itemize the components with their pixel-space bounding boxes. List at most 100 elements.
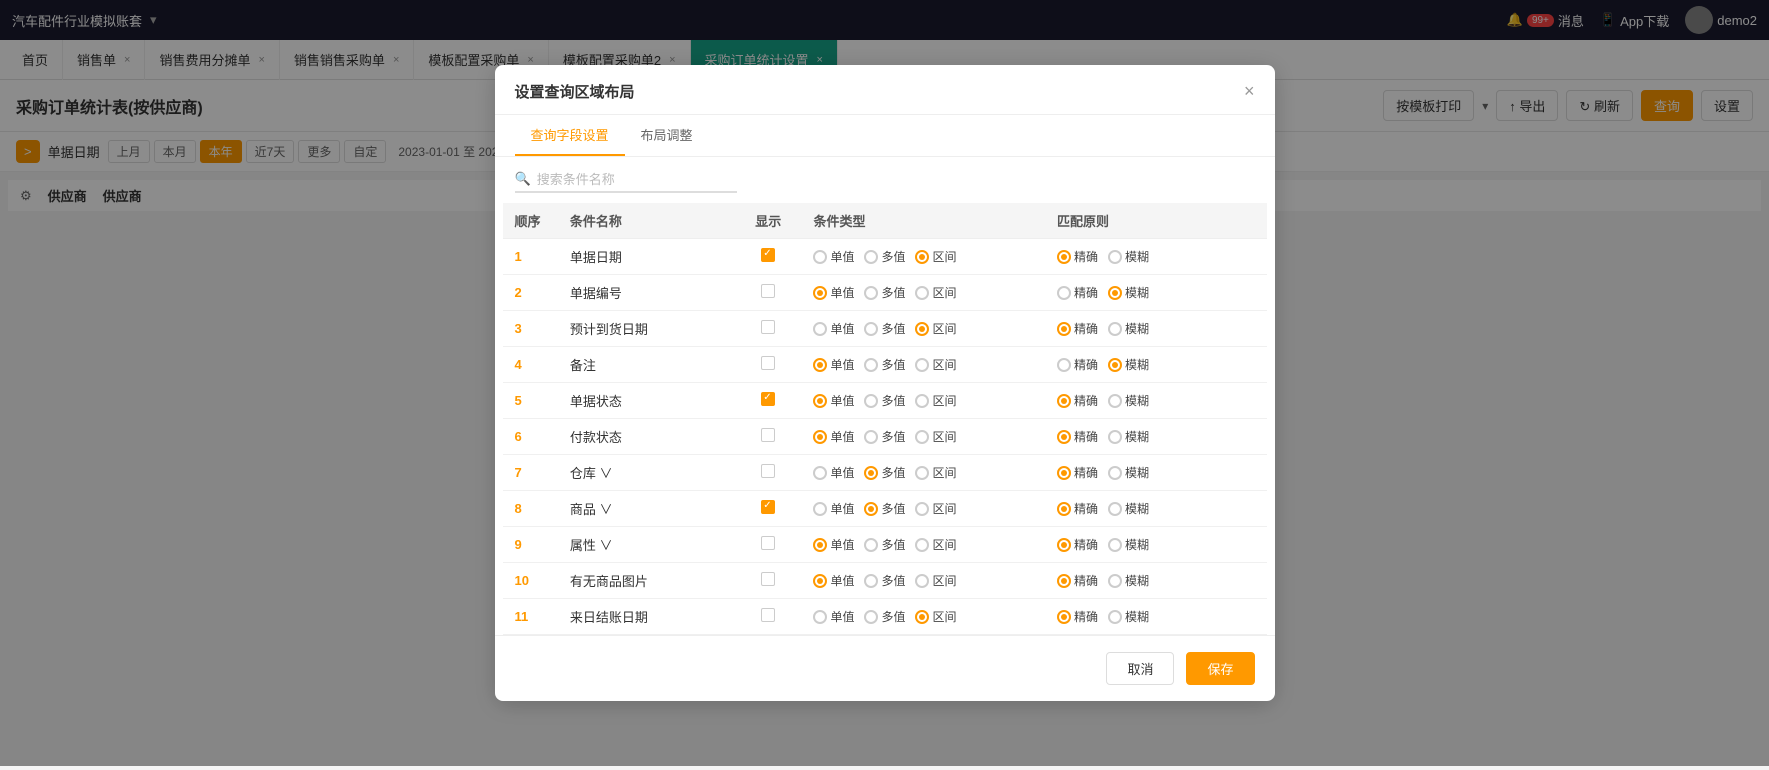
radio-fuzzy[interactable]: 模糊	[1108, 392, 1149, 409]
cancel-btn[interactable]: 取消	[1106, 652, 1174, 685]
radio-range[interactable]: 区间	[915, 284, 956, 301]
modal-tab-query-fields[interactable]: 查询字段设置	[515, 115, 625, 156]
search-wrap: 🔍	[515, 167, 737, 193]
row-show-checkbox[interactable]	[761, 608, 775, 622]
row-type-cell: 单值 多值 区间	[801, 311, 1045, 347]
radio-single-circle	[813, 394, 827, 408]
radio-single-circle	[813, 250, 827, 264]
radio-single[interactable]: 单值	[813, 392, 854, 409]
row-type-cell: 单值 多值 区间	[801, 419, 1045, 455]
radio-fuzzy[interactable]: 模糊	[1108, 356, 1149, 373]
row-condition-name: 商品 ∨	[558, 491, 735, 527]
radio-single[interactable]: 单值	[813, 356, 854, 373]
row-condition-name: 有无商品图片	[558, 563, 735, 599]
radio-multi[interactable]: 多值	[864, 284, 905, 301]
radio-fuzzy[interactable]: 模糊	[1108, 536, 1149, 553]
row-show-checkbox[interactable]	[761, 500, 775, 514]
radio-fuzzy[interactable]: 模糊	[1108, 248, 1149, 265]
row-show-checkbox[interactable]	[761, 428, 775, 442]
radio-exact[interactable]: 精确	[1057, 464, 1098, 481]
radio-exact[interactable]: 精确	[1057, 320, 1098, 337]
radio-range[interactable]: 区间	[915, 500, 956, 517]
radio-exact[interactable]: 精确	[1057, 356, 1098, 373]
radio-single[interactable]: 单值	[813, 464, 854, 481]
radio-fuzzy-circle	[1108, 394, 1122, 408]
radio-single[interactable]: 单值	[813, 536, 854, 553]
row-show-checkbox[interactable]	[761, 536, 775, 550]
row-show-checkbox[interactable]	[761, 464, 775, 478]
row-show-checkbox[interactable]	[761, 572, 775, 586]
settings-modal: 设置查询区域布局 × 查询字段设置 布局调整 🔍 顺序 条件名称 显示	[495, 65, 1275, 701]
radio-exact[interactable]: 精确	[1057, 500, 1098, 517]
radio-exact[interactable]: 精确	[1057, 248, 1098, 265]
radio-multi[interactable]: 多值	[864, 536, 905, 553]
radio-range[interactable]: 区间	[915, 428, 956, 445]
radio-range[interactable]: 区间	[915, 536, 956, 553]
row-show-checkbox-cell	[735, 383, 801, 419]
row-order: 3	[503, 311, 558, 347]
radio-multi[interactable]: 多值	[864, 572, 905, 589]
row-match-cell: 精确 模糊	[1045, 491, 1266, 527]
radio-range-circle	[915, 538, 929, 552]
row-show-checkbox[interactable]	[761, 248, 775, 262]
radio-single[interactable]: 单值	[813, 320, 854, 337]
row-show-checkbox[interactable]	[761, 320, 775, 334]
row-show-checkbox-cell	[735, 347, 801, 383]
modal-search-section: 🔍	[495, 157, 1275, 203]
radio-single[interactable]: 单值	[813, 500, 854, 517]
radio-multi[interactable]: 多值	[864, 428, 905, 445]
modal-table: 顺序 条件名称 显示 条件类型 匹配原则 1单据日期 单值	[503, 203, 1267, 635]
radio-range[interactable]: 区间	[915, 608, 956, 625]
radio-range[interactable]: 区间	[915, 356, 956, 373]
modal-tab-layout[interactable]: 布局调整	[625, 115, 709, 156]
row-type-cell: 单值 多值 区间	[801, 455, 1045, 491]
radio-multi[interactable]: 多值	[864, 500, 905, 517]
radio-exact[interactable]: 精确	[1057, 572, 1098, 589]
radio-range[interactable]: 区间	[915, 392, 956, 409]
radio-fuzzy[interactable]: 模糊	[1108, 608, 1149, 625]
radio-single-circle	[813, 574, 827, 588]
col-header-show: 显示	[735, 203, 801, 239]
radio-fuzzy[interactable]: 模糊	[1108, 428, 1149, 445]
radio-exact-circle	[1057, 286, 1071, 300]
row-show-checkbox[interactable]	[761, 356, 775, 370]
radio-multi[interactable]: 多值	[864, 320, 905, 337]
radio-exact[interactable]: 精确	[1057, 428, 1098, 445]
radio-exact[interactable]: 精确	[1057, 608, 1098, 625]
row-match-cell: 精确 模糊	[1045, 527, 1266, 563]
radio-range[interactable]: 区间	[915, 248, 956, 265]
radio-single[interactable]: 单值	[813, 428, 854, 445]
radio-exact[interactable]: 精确	[1057, 536, 1098, 553]
radio-single-circle	[813, 322, 827, 336]
row-order: 11	[503, 599, 558, 635]
table-row: 6付款状态 单值 多值 区间 精确	[503, 419, 1267, 455]
radio-single[interactable]: 单值	[813, 572, 854, 589]
radio-exact[interactable]: 精确	[1057, 284, 1098, 301]
radio-exact[interactable]: 精确	[1057, 392, 1098, 409]
radio-range[interactable]: 区间	[915, 464, 956, 481]
radio-single[interactable]: 单值	[813, 248, 854, 265]
radio-single[interactable]: 单值	[813, 284, 854, 301]
radio-fuzzy[interactable]: 模糊	[1108, 320, 1149, 337]
radio-fuzzy[interactable]: 模糊	[1108, 572, 1149, 589]
radio-multi[interactable]: 多值	[864, 464, 905, 481]
radio-fuzzy[interactable]: 模糊	[1108, 464, 1149, 481]
radio-fuzzy[interactable]: 模糊	[1108, 284, 1149, 301]
modal-close-btn[interactable]: ×	[1244, 81, 1255, 102]
radio-single-circle	[813, 502, 827, 516]
radio-multi[interactable]: 多值	[864, 608, 905, 625]
search-input[interactable]	[537, 172, 737, 187]
row-show-checkbox[interactable]	[761, 284, 775, 298]
radio-multi[interactable]: 多值	[864, 248, 905, 265]
radio-fuzzy-circle	[1108, 430, 1122, 444]
radio-single[interactable]: 单值	[813, 608, 854, 625]
radio-fuzzy[interactable]: 模糊	[1108, 500, 1149, 517]
row-order: 8	[503, 491, 558, 527]
row-show-checkbox[interactable]	[761, 392, 775, 406]
radio-range[interactable]: 区间	[915, 320, 956, 337]
radio-multi[interactable]: 多值	[864, 356, 905, 373]
radio-range[interactable]: 区间	[915, 572, 956, 589]
save-btn[interactable]: 保存	[1186, 652, 1254, 685]
radio-multi-circle	[864, 358, 878, 372]
radio-multi[interactable]: 多值	[864, 392, 905, 409]
